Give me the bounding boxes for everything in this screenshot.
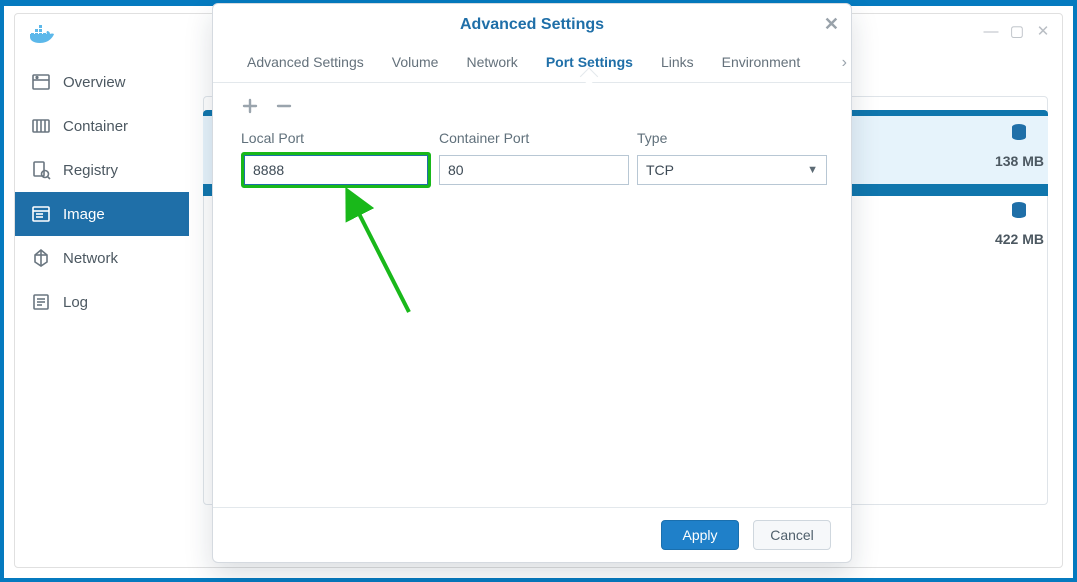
col-type: Type — [637, 130, 827, 146]
highlight-local-port — [241, 152, 431, 188]
image-size-label: 138 MB — [995, 153, 1044, 169]
sidebar-item-log[interactable]: Log — [15, 280, 189, 324]
col-container-port: Container Port — [439, 130, 629, 146]
network-icon — [31, 248, 51, 268]
tab-network[interactable]: Network — [452, 44, 531, 82]
local-port-input[interactable] — [244, 155, 428, 185]
tab-advanced-settings[interactable]: Advanced Settings — [233, 44, 378, 82]
modal-title-bar: Advanced Settings ✕ — [213, 4, 851, 44]
advanced-settings-modal: Advanced Settings ✕ Advanced Settings Vo… — [212, 3, 852, 563]
window-controls: — ▢ ✕ — [982, 22, 1052, 40]
registry-icon — [31, 160, 51, 180]
container-port-input[interactable] — [439, 155, 629, 185]
image-row-size: 138 MB — [995, 122, 1044, 169]
tab-volume[interactable]: Volume — [378, 44, 453, 82]
modal-title: Advanced Settings — [460, 16, 604, 33]
port-grid-header: Local Port Container Port Type — [213, 126, 851, 152]
image-size-label: 422 MB — [995, 231, 1044, 247]
sidebar-item-overview[interactable]: Overview — [15, 60, 189, 104]
minimize-icon[interactable]: — — [982, 22, 1000, 40]
close-window-icon[interactable]: ✕ — [1034, 22, 1052, 40]
close-icon[interactable]: ✕ — [824, 14, 839, 35]
add-row-icon[interactable] — [241, 97, 259, 120]
database-icon — [1008, 122, 1030, 147]
sidebar-item-registry[interactable]: Registry — [15, 148, 189, 192]
modal-footer: Apply Cancel — [213, 507, 851, 562]
port-tool-row — [213, 83, 851, 126]
sidebar-item-label: Registry — [63, 162, 118, 179]
sidebar-item-image[interactable]: Image — [15, 192, 189, 236]
image-icon — [31, 204, 51, 224]
tab-environment[interactable]: Environment — [708, 44, 815, 82]
sidebar-item-label: Overview — [63, 74, 126, 91]
port-grid-row: TCP ▼ — [213, 152, 851, 188]
tab-port-settings[interactable]: Port Settings — [532, 44, 647, 82]
log-icon — [31, 292, 51, 312]
col-local-port: Local Port — [241, 130, 431, 146]
remove-row-icon[interactable] — [275, 97, 293, 120]
database-icon — [1008, 200, 1030, 225]
apply-button[interactable]: Apply — [661, 520, 739, 550]
sidebar-item-label: Network — [63, 250, 118, 267]
sidebar: Overview Container Registry Image Networ… — [15, 60, 189, 567]
tab-links[interactable]: Links — [647, 44, 708, 82]
sidebar-item-container[interactable]: Container — [15, 104, 189, 148]
docker-whale-icon — [29, 22, 57, 49]
sidebar-item-label: Log — [63, 294, 88, 311]
sidebar-item-label: Image — [63, 206, 105, 223]
sidebar-item-label: Container — [63, 118, 128, 135]
modal-tabs: Advanced Settings Volume Network Port Se… — [213, 44, 851, 83]
maximize-icon[interactable]: ▢ — [1008, 22, 1026, 40]
container-icon — [31, 116, 51, 136]
tabs-scroll-right-icon[interactable]: › — [842, 54, 847, 72]
annotation-arrow-icon — [329, 182, 429, 322]
cancel-button[interactable]: Cancel — [753, 520, 831, 550]
type-select-value: TCP — [646, 162, 674, 178]
overview-icon — [31, 72, 51, 92]
image-row-size: 422 MB — [995, 200, 1044, 247]
sidebar-item-network[interactable]: Network — [15, 236, 189, 280]
type-select[interactable]: TCP ▼ — [637, 155, 827, 185]
chevron-down-icon: ▼ — [807, 164, 818, 176]
